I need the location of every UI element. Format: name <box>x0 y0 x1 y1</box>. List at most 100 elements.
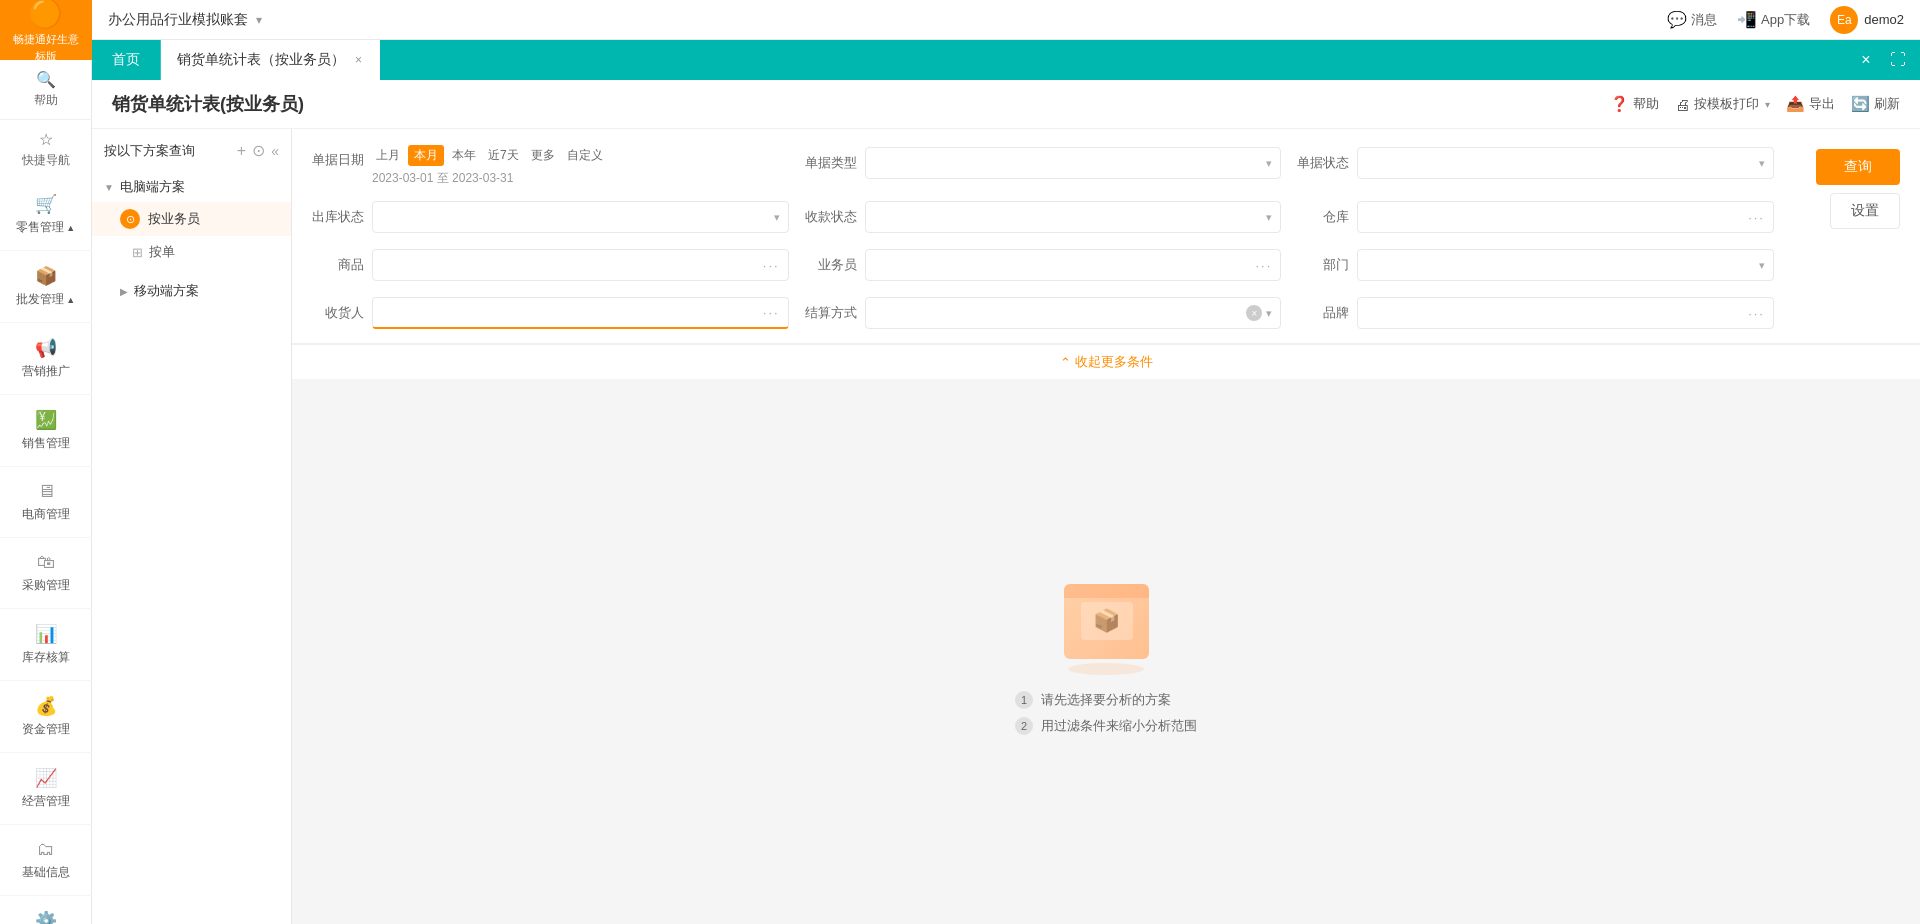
settlement-clear-button[interactable]: × <box>1246 305 1262 321</box>
empty-hint-2: 2 用过滤条件来缩小分析范围 <box>1015 717 1197 735</box>
order-status-control[interactable]: ▾ <box>1357 147 1774 179</box>
topbar-dropdown-arrow[interactable]: ▾ <box>256 13 262 27</box>
scheme-subitem-order[interactable]: ⊞ 按单 <box>92 236 291 268</box>
template-print-action[interactable]: 🖨 按模板打印 ▾ <box>1675 95 1770 113</box>
add-scheme-button[interactable]: + <box>237 142 246 160</box>
user-menu[interactable]: Ea demo2 <box>1830 6 1904 34</box>
quick-nav-label: 快捷导航 <box>22 152 70 169</box>
help-icon: ❓ <box>1610 95 1629 113</box>
tab-active-label: 销货单统计表（按业务员） <box>177 51 345 69</box>
topbar-left: 办公用品行业模拟账套 ▾ <box>108 11 262 29</box>
brand-control[interactable]: ··· <box>1357 297 1774 329</box>
sidebar-item-system[interactable]: ⚙️ 系统管理 <box>0 896 92 924</box>
page-title: 销货单统计表(按业务员) <box>112 92 304 128</box>
scheme-item-staff-label: 按业务员 <box>148 210 200 228</box>
goods-control[interactable]: ··· <box>372 249 789 281</box>
username: demo2 <box>1864 12 1904 27</box>
staff-dots: ··· <box>1255 258 1272 273</box>
settings-button[interactable]: 设置 <box>1830 193 1900 229</box>
avatar: Ea <box>1830 6 1858 34</box>
page-header-actions: ❓ 帮助 🖨 按模板打印 ▾ 📤 导出 🔄 刷新 <box>1610 95 1900 125</box>
collapse-panel-button[interactable]: « <box>271 143 279 159</box>
download-icon: 📲 <box>1737 10 1757 29</box>
collapse-label: 收起更多条件 <box>1075 353 1153 371</box>
date-tab-thismonth[interactable]: 本月 <box>408 145 444 166</box>
export-action[interactable]: 📤 导出 <box>1786 95 1835 113</box>
order-type-control[interactable]: ▾ <box>865 147 1282 179</box>
warehouse-control[interactable]: ··· <box>1357 201 1774 233</box>
topbar-right: 💬 消息 📲 App下载 Ea demo2 <box>1667 6 1904 34</box>
sidebar-quick-nav[interactable]: ☆ 快捷导航 <box>0 120 92 179</box>
order-status-field: 单据状态 ▾ <box>1297 145 1774 181</box>
print-icon: 🖨 <box>1675 96 1690 113</box>
date-tab-custom[interactable]: 自定义 <box>563 145 607 166</box>
tab-maximize-button[interactable]: ⛶ <box>1884 46 1912 74</box>
sidebar-search[interactable]: 🔍 帮助 <box>0 60 92 120</box>
message-action[interactable]: 💬 消息 <box>1667 10 1717 29</box>
export-label: 导出 <box>1809 95 1835 113</box>
empty-illustration: 📦 <box>1046 569 1166 679</box>
collapse-bar[interactable]: ⌃ 收起更多条件 <box>292 344 1920 379</box>
sidebar-item-wholesale[interactable]: 📦 批发管理 <box>0 251 92 323</box>
tab-home[interactable]: 首页 <box>92 40 161 80</box>
wholesale-icon: 📦 <box>35 265 57 287</box>
order-status-label: 单据状态 <box>1297 154 1349 172</box>
sidebar-logo[interactable]: 🟠 畅捷通好生意 标版 <box>0 0 92 60</box>
sidebar-item-retail[interactable]: 🛒 零售管理 <box>0 179 92 251</box>
staff-field: 业务员 ··· <box>805 247 1282 283</box>
help-label: 帮助 <box>1633 95 1659 113</box>
date-tab-lastmonth[interactable]: 上月 <box>372 145 404 166</box>
desktop-group-header[interactable]: ▼ 电脑端方案 <box>92 172 291 202</box>
consignee-field: 收货人 ··· <box>312 295 789 331</box>
logo-icon: 🟠 <box>28 0 63 30</box>
refresh-icon: 🔄 <box>1851 95 1870 113</box>
query-button[interactable]: 查询 <box>1816 149 1900 185</box>
tab-close-button[interactable]: × <box>353 51 364 69</box>
date-range-text: 2023-03-01 至 2023-03-31 <box>372 170 789 187</box>
sidebar-item-ecommerce[interactable]: 🖥 电商管理 <box>0 467 92 538</box>
app-download-label: App下载 <box>1761 11 1810 29</box>
template-print-label: 按模板打印 <box>1694 95 1759 113</box>
sidebar-item-inventory[interactable]: 📊 库存核算 <box>0 609 92 681</box>
sidebar-item-purchase[interactable]: 🛍 采购管理 <box>0 538 92 609</box>
settlement-control[interactable]: × ▾ <box>865 297 1282 329</box>
app-download-action[interactable]: 📲 App下载 <box>1737 10 1810 29</box>
tab-home-label: 首页 <box>112 51 140 69</box>
sidebar-item-operations[interactable]: 📈 经营管理 <box>0 753 92 825</box>
date-tab-7days[interactable]: 近7天 <box>484 145 523 166</box>
out-status-control[interactable]: ▾ <box>372 201 789 233</box>
logo-text: 畅捷通好生意 <box>13 32 79 47</box>
consignee-control[interactable]: ··· <box>372 297 789 329</box>
topbar: 办公用品行业模拟账套 ▾ 💬 消息 📲 App下载 Ea demo2 <box>92 0 1920 40</box>
tab-close-all-button[interactable]: × <box>1852 46 1880 74</box>
scheme-item-staff[interactable]: ⊙ 按业务员 <box>92 202 291 236</box>
settlement-label: 结算方式 <box>805 304 857 322</box>
inventory-icon: 📊 <box>35 623 57 645</box>
page-content: 销货单统计表(按业务员) ❓ 帮助 🖨 按模板打印 ▾ 📤 导出 🔄 刷新 <box>92 80 1920 924</box>
retail-icon: 🛒 <box>35 193 57 215</box>
box-shadow <box>1068 663 1144 675</box>
dept-control[interactable]: ▾ <box>1357 249 1774 281</box>
dept-label: 部门 <box>1297 256 1349 274</box>
date-tab-more[interactable]: 更多 <box>527 145 559 166</box>
date-tab-thisyear[interactable]: 本年 <box>448 145 480 166</box>
basic-label: 基础信息 <box>22 864 70 881</box>
settings-scheme-button[interactable]: ⊙ <box>252 141 265 160</box>
hint-num-1: 1 <box>1015 691 1033 709</box>
help-action[interactable]: ❓ 帮助 <box>1610 95 1659 113</box>
subitem-icon: ⊞ <box>132 245 143 260</box>
staff-control[interactable]: ··· <box>865 249 1282 281</box>
out-status-field: 出库状态 ▾ <box>312 199 789 235</box>
search-label: 帮助 <box>34 92 58 109</box>
tab-active[interactable]: 销货单统计表（按业务员） × <box>161 40 380 80</box>
mobile-group-header[interactable]: ▶ 移动端方案 <box>92 276 291 306</box>
sidebar-item-sales[interactable]: 💹 销售管理 <box>0 395 92 467</box>
sidebar-item-basic[interactable]: 🗂 基础信息 <box>0 825 92 896</box>
receipt-status-control[interactable]: ▾ <box>865 201 1282 233</box>
marketing-icon: 📢 <box>35 337 57 359</box>
goods-label: 商品 <box>312 256 364 274</box>
sidebar-item-finance[interactable]: 💰 资金管理 <box>0 681 92 753</box>
refresh-action[interactable]: 🔄 刷新 <box>1851 95 1900 113</box>
scheme-item-dot-text: ⊙ <box>126 213 135 226</box>
sidebar-item-marketing[interactable]: 📢 营销推广 <box>0 323 92 395</box>
